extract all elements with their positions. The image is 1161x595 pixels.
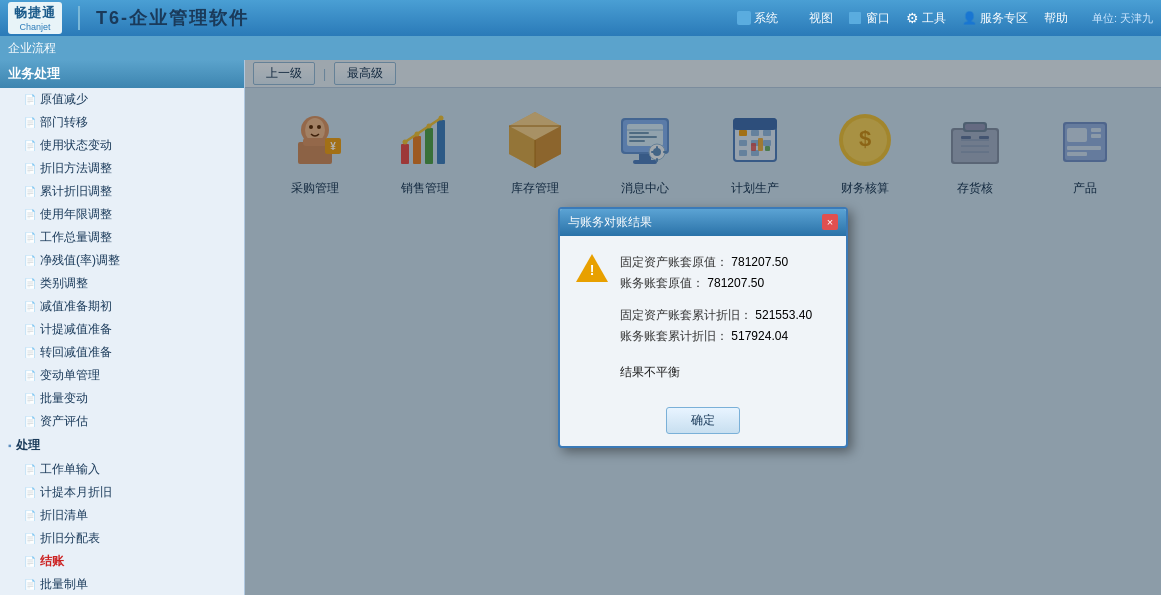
sidebar-item-leijijizhejiu[interactable]: 📄累计折旧调整 <box>0 180 244 203</box>
menu-system[interactable]: 系统 <box>737 10 778 27</box>
modal-line-1: 固定资产账套原值： 781207.50 <box>620 252 830 274</box>
file-icon3: 📄 <box>24 487 36 498</box>
sidebar-item-gongdanshurunru[interactable]: 📄工作单输入 <box>0 458 244 481</box>
title-menu: 系统 视图 窗口 ⚙ 工具 👤 服务专区 帮助 单位: 天津九 <box>737 10 1153 27</box>
warning-triangle-icon <box>576 254 608 282</box>
modal-dialog: 与账务对账结果 × 固定资产账套原值： 781207.50 账务账套原 <box>558 207 848 449</box>
modal-overlay: 与账务对账结果 × 固定资产账套原值： 781207.50 账务账套原 <box>245 60 1161 595</box>
title-divider <box>78 6 80 30</box>
breadcrumb-text: 企业流程 <box>8 40 56 57</box>
file-icon: 📄 <box>24 255 36 266</box>
sidebar-item-shiyongzhuangtai[interactable]: 📄使用状态变动 <box>0 134 244 157</box>
sidebar-item-jitizhejiuyue[interactable]: 📄计提本月折旧 <box>0 481 244 504</box>
warning-icon-container <box>576 252 608 284</box>
menu-service[interactable]: 👤 服务专区 <box>962 10 1028 27</box>
file-icon: 📄 <box>24 347 36 358</box>
sidebar-item-piliangzhedan[interactable]: 📄批量制单 <box>0 573 244 595</box>
modal-close-button[interactable]: × <box>822 214 838 230</box>
logo-area: 畅捷通 Chanjet T6-企业管理软件 <box>8 2 737 34</box>
file-icon: 📄 <box>24 278 36 289</box>
file-icon: 📄 <box>24 416 36 427</box>
title-bar: 畅捷通 Chanjet T6-企业管理软件 系统 视图 窗口 ⚙ 工具 👤 服务 <box>0 0 1161 36</box>
file-icon: 📄 <box>24 186 36 197</box>
unit-label: 单位: 天津九 <box>1092 11 1153 26</box>
logo-chinese: 畅捷通 <box>14 4 56 22</box>
sidebar: 业务处理 📄原值减少 📄部门转移 📄使用状态变动 📄折旧方法调整 📄累计折旧调整… <box>0 60 245 595</box>
file-icon: 📄 <box>24 163 36 174</box>
sidebar-item-leibie[interactable]: 📄类别调整 <box>0 272 244 295</box>
modal-line-2: 账务账套原值： 781207.50 <box>620 273 830 295</box>
app-title: T6-企业管理软件 <box>96 6 249 30</box>
sidebar-item-zhejiufangfa[interactable]: 📄折旧方法调整 <box>0 157 244 180</box>
modal-footer: 确定 <box>560 399 846 446</box>
modal-content: 固定资产账套原值： 781207.50 账务账套原值： 781207.50 固定… <box>620 252 830 384</box>
system-icon <box>737 11 751 25</box>
main-area: 业务处理 📄原值减少 📄部门转移 📄使用状态变动 📄折旧方法调整 📄累计折旧调整… <box>0 60 1161 595</box>
breadcrumb-bar: 企业流程 <box>0 36 1161 60</box>
file-icon: 📄 <box>24 370 36 381</box>
minus-icon: ▪ <box>8 440 12 451</box>
file-icon: 📄 <box>24 94 36 105</box>
menu-tools[interactable]: ⚙ 工具 <box>906 10 946 27</box>
sidebar-item-jingcanzhi[interactable]: 📄净残值(率)调整 <box>0 249 244 272</box>
sidebar-item-zhejiufenbiao[interactable]: 📄折旧分配表 <box>0 527 244 550</box>
sidebar-item-bumenzhuanyi[interactable]: 📄部门转移 <box>0 111 244 134</box>
modal-titlebar: 与账务对账结果 × <box>560 209 846 236</box>
menu-help[interactable]: 帮助 <box>1044 10 1068 27</box>
sidebar-group-chuli[interactable]: ▪ 处理 <box>0 433 244 458</box>
file-icon5: 📄 <box>24 533 36 544</box>
content-area: 上一级 | 最高级 <box>245 60 1161 595</box>
sidebar-item-yuanjiazengshao[interactable]: 📄原值减少 <box>0 88 244 111</box>
file-icon: 📄 <box>24 393 36 404</box>
file-icon4: 📄 <box>24 510 36 521</box>
modal-line-4: 账务账套累计折旧： 517924.04 <box>620 326 830 348</box>
sidebar-item-jiezhang[interactable]: 📄结账 <box>0 550 244 573</box>
file-icon2: 📄 <box>24 464 36 475</box>
logo-box: 畅捷通 Chanjet <box>8 2 62 34</box>
file-icon6: 📄 <box>24 556 36 567</box>
sidebar-item-jianzhunjichubiandon[interactable]: 📄减值准备期初 <box>0 295 244 318</box>
file-icon: 📄 <box>24 117 36 128</box>
file-icon7: 📄 <box>24 579 36 590</box>
sidebar-item-gongzuozongliang[interactable]: 📄工作总量调整 <box>0 226 244 249</box>
sidebar-item-shiyongnianxian[interactable]: 📄使用年限调整 <box>0 203 244 226</box>
sidebar-item-tijianzhizhi[interactable]: 📄计提减值准备 <box>0 318 244 341</box>
file-icon: 📄 <box>24 140 36 151</box>
sidebar-item-zhuanhuijianzhun[interactable]: 📄转回减值准备 <box>0 341 244 364</box>
logo-english: Chanjet <box>19 22 50 32</box>
file-icon: 📄 <box>24 301 36 312</box>
modal-confirm-button[interactable]: 确定 <box>666 407 740 434</box>
modal-separator-2 <box>620 348 830 358</box>
modal-separator-1 <box>620 295 830 305</box>
file-icon: 📄 <box>24 209 36 220</box>
sidebar-item-zhejiuqingdan[interactable]: 📄折旧清单 <box>0 504 244 527</box>
sidebar-item-zichanpinggu[interactable]: 📄资产评估 <box>0 410 244 433</box>
menu-window[interactable]: 窗口 <box>849 10 890 27</box>
menu-view[interactable]: 视图 <box>794 10 833 27</box>
file-icon: 📄 <box>24 232 36 243</box>
modal-body: 固定资产账套原值： 781207.50 账务账套原值： 781207.50 固定… <box>560 236 846 400</box>
sidebar-item-piliangbiandong[interactable]: 📄批量变动 <box>0 387 244 410</box>
modal-result: 结果不平衡 <box>620 362 830 384</box>
file-icon: 📄 <box>24 324 36 335</box>
modal-line-3: 固定资产账套累计折旧： 521553.40 <box>620 305 830 327</box>
sidebar-item-biandongdanguanli[interactable]: 📄变动单管理 <box>0 364 244 387</box>
modal-title: 与账务对账结果 <box>568 214 652 231</box>
sidebar-header: 业务处理 <box>0 60 244 88</box>
